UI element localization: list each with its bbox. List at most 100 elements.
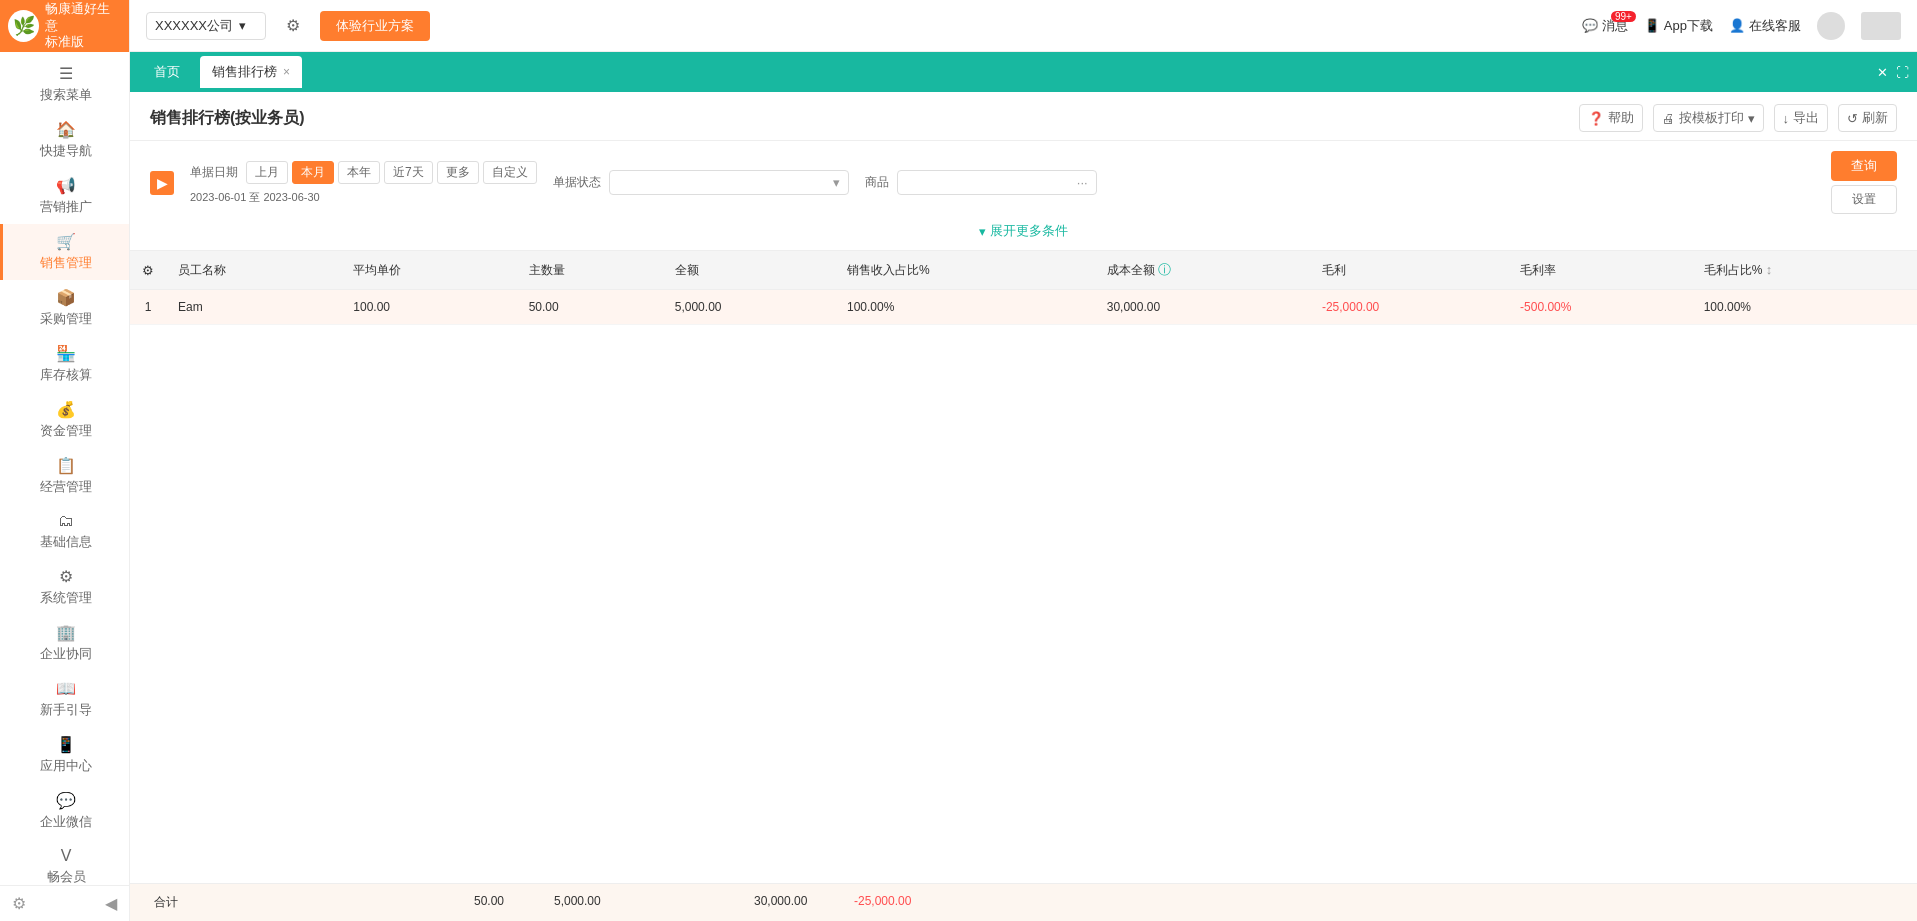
sidebar-label-purchase: 采购管理	[40, 310, 92, 328]
message-button[interactable]: 💬 消息 99+	[1582, 17, 1628, 35]
date-btns: 上月本月本年近7天更多自定义	[246, 161, 537, 184]
sidebar-nav: ☰ 搜索菜单 🏠快捷导航📢营销推广🛒销售管理📦采购管理🏪库存核算💰资金管理 📋 经营管理…	[0, 52, 129, 885]
page-content: 销售排行榜(按业务员) ❓ 帮助 🖨 按模板打印 ▾ ↓ 导出 ↺ 刷新	[130, 92, 1917, 921]
sidebar-item-sales[interactable]: 🛒销售管理	[0, 224, 129, 280]
sidebar: 🌿 畅康通好生意 标准版 ☰ 搜索菜单 🏠快捷导航📢营销推广🛒销售管理📦采购管理🏪库…	[0, 0, 130, 921]
trial-button[interactable]: 体验行业方案	[320, 11, 430, 41]
sidebar-item-app-center[interactable]: 📱应用中心	[0, 727, 129, 783]
goods-input[interactable]: ···	[897, 170, 1097, 195]
user-info[interactable]	[1861, 12, 1901, 40]
sidebar-label-enterprise: 企业协同	[40, 645, 92, 663]
tab-home[interactable]: 首页	[138, 52, 196, 92]
date-btn-上月[interactable]: 上月	[246, 161, 288, 184]
sidebar-label-app-center: 应用中心	[40, 757, 92, 775]
expand-more-row: ▾ 展开更多条件	[150, 222, 1897, 240]
cell-sales_ratio: 100.00%	[835, 290, 1095, 325]
cell-cost: 30,000.00	[1095, 290, 1310, 325]
table-header: ⚙员工名称平均单价主数量全额销售收入占比%成本全额 ⓘ毛利毛利率毛利占比% ↕	[130, 251, 1917, 290]
tab-bar-actions: ✕ ⛶	[1877, 65, 1909, 80]
header-gear-button[interactable]: ⚙	[278, 11, 308, 41]
table-footer: 合计50.005,000.0030,000.00-25,000.00	[130, 883, 1917, 921]
sidebar-item-quick-nav[interactable]: 🏠快捷导航	[0, 112, 129, 168]
cell-name: Eam	[166, 290, 341, 325]
logo-icon: 🌿	[8, 10, 39, 42]
sidebar-item-operation[interactable]: 📋 经营管理	[0, 448, 129, 504]
sidebar-label-search-order: 搜索菜单	[40, 86, 92, 104]
cell-amount: 5,000.00	[663, 290, 835, 325]
tab-sales-ranking[interactable]: 销售排行榜 ×	[200, 56, 302, 88]
goods-filter-label: 商品	[865, 174, 889, 191]
sidebar-icon-operation: 📋	[56, 456, 76, 475]
cell-profit_rate: -500.00%	[1508, 290, 1692, 325]
filter-actions: 查询 设置	[1831, 151, 1897, 214]
date-btn-近7天[interactable]: 近7天	[384, 161, 433, 184]
app-download-button[interactable]: 📱 App下载	[1644, 17, 1713, 35]
sidebar-logo: 🌿 畅康通好生意 标准版	[0, 0, 129, 52]
tab-expand-icon[interactable]: ⛶	[1896, 65, 1909, 80]
message-icon: 💬	[1582, 18, 1598, 33]
sidebar-item-member[interactable]: V畅会员	[0, 839, 129, 885]
expand-more-button[interactable]: ▾ 展开更多条件	[979, 222, 1068, 240]
sidebar-label-system: 系统管理	[40, 589, 92, 607]
sidebar-item-base-info[interactable]: 🗂基础信息	[0, 504, 129, 559]
tab-close-icon[interactable]: ×	[283, 65, 290, 79]
company-selector[interactable]: XXXXXX公司 ▾	[146, 12, 266, 40]
export-icon: ↓	[1783, 111, 1790, 126]
sidebar-item-enterprise[interactable]: 🏢企业协同	[0, 615, 129, 671]
sidebar-item-marketing[interactable]: 📢营销推广	[0, 168, 129, 224]
goods-more-icon: ···	[1077, 175, 1088, 190]
export-button[interactable]: ↓ 导出	[1774, 104, 1829, 132]
col-settings-icon[interactable]: ⚙	[142, 263, 154, 278]
sidebar-collapse-icon[interactable]: ◀	[105, 894, 117, 913]
profit-ratio-sort-icon[interactable]: ↕	[1766, 262, 1773, 277]
sidebar-icon-search-order: ☰	[59, 64, 73, 83]
sidebar-item-search-order[interactable]: ☰ 搜索菜单	[0, 56, 129, 112]
status-select[interactable]: ▾	[609, 170, 849, 195]
sidebar-item-finance[interactable]: 💰资金管理	[0, 392, 129, 448]
sidebar-item-purchase[interactable]: 📦采购管理	[0, 280, 129, 336]
sidebar-icon-sales: 🛒	[56, 232, 76, 251]
cell-profit_ratio: 100.00%	[1692, 290, 1917, 325]
help-button[interactable]: ❓ 帮助	[1579, 104, 1643, 132]
filter-toggle-button[interactable]: ▶	[150, 171, 174, 195]
expand-icon: ▾	[979, 224, 986, 239]
online-service-button[interactable]: 👤 在线客服	[1729, 17, 1801, 35]
sidebar-settings-icon[interactable]: ⚙	[12, 894, 26, 913]
sidebar-icon-wechat: 💬	[56, 791, 76, 810]
download-icon: 📱	[1644, 18, 1660, 33]
filter-settings-button[interactable]: 设置	[1831, 185, 1897, 214]
sidebar-label-wechat: 企业微信	[40, 813, 92, 831]
col-header-amount: 全额	[663, 251, 835, 290]
tab-close-window-icon[interactable]: ✕	[1877, 65, 1888, 80]
footer-cell-7	[942, 894, 1042, 911]
col-header-name: 员工名称	[166, 251, 341, 290]
cell-quantity: 50.00	[517, 290, 663, 325]
sidebar-item-inventory[interactable]: 🏪库存核算	[0, 336, 129, 392]
date-btn-本年[interactable]: 本年	[338, 161, 380, 184]
avatar[interactable]	[1817, 12, 1845, 40]
sidebar-label-finance: 资金管理	[40, 422, 92, 440]
date-btn-本月[interactable]: 本月	[292, 161, 334, 184]
query-button[interactable]: 查询	[1831, 151, 1897, 181]
print-icon: 🖨	[1662, 111, 1675, 126]
sidebar-item-system[interactable]: ⚙系统管理	[0, 559, 129, 615]
refresh-button[interactable]: ↺ 刷新	[1838, 104, 1897, 132]
col-header-sales_ratio: 销售收入占比%	[835, 251, 1095, 290]
status-filter: 单据状态 ▾	[553, 170, 849, 195]
sidebar-item-guide[interactable]: 📖新手引导	[0, 671, 129, 727]
footer-cell-6: -25,000.00	[842, 894, 942, 911]
sidebar-item-wechat[interactable]: 💬 企业微信	[0, 783, 129, 839]
print-button[interactable]: 🖨 按模板打印 ▾	[1653, 104, 1764, 132]
footer-cell-4	[642, 894, 742, 911]
goods-filter: 商品 ···	[865, 170, 1097, 195]
date-btn-自定义[interactable]: 自定义	[483, 161, 537, 184]
filter-area: ▶ 单据日期 上月本月本年近7天更多自定义 2023-06-01 至 2023-…	[130, 141, 1917, 251]
cost-info-icon[interactable]: ⓘ	[1158, 262, 1171, 277]
date-btn-更多[interactable]: 更多	[437, 161, 479, 184]
main: XXXXXX公司 ▾ ⚙ 体验行业方案 💬 消息 99+ 📱 App下载 👤 在…	[130, 0, 1917, 921]
status-filter-label: 单据状态	[553, 174, 601, 191]
sidebar-label-operation: 经营管理	[40, 478, 92, 496]
header-row: ⚙员工名称平均单价主数量全额销售收入占比%成本全额 ⓘ毛利毛利率毛利占比% ↕	[130, 251, 1917, 290]
date-filter: 单据日期 上月本月本年近7天更多自定义 2023-06-01 至 2023-06…	[190, 161, 537, 205]
help-icon: ❓	[1588, 111, 1604, 126]
